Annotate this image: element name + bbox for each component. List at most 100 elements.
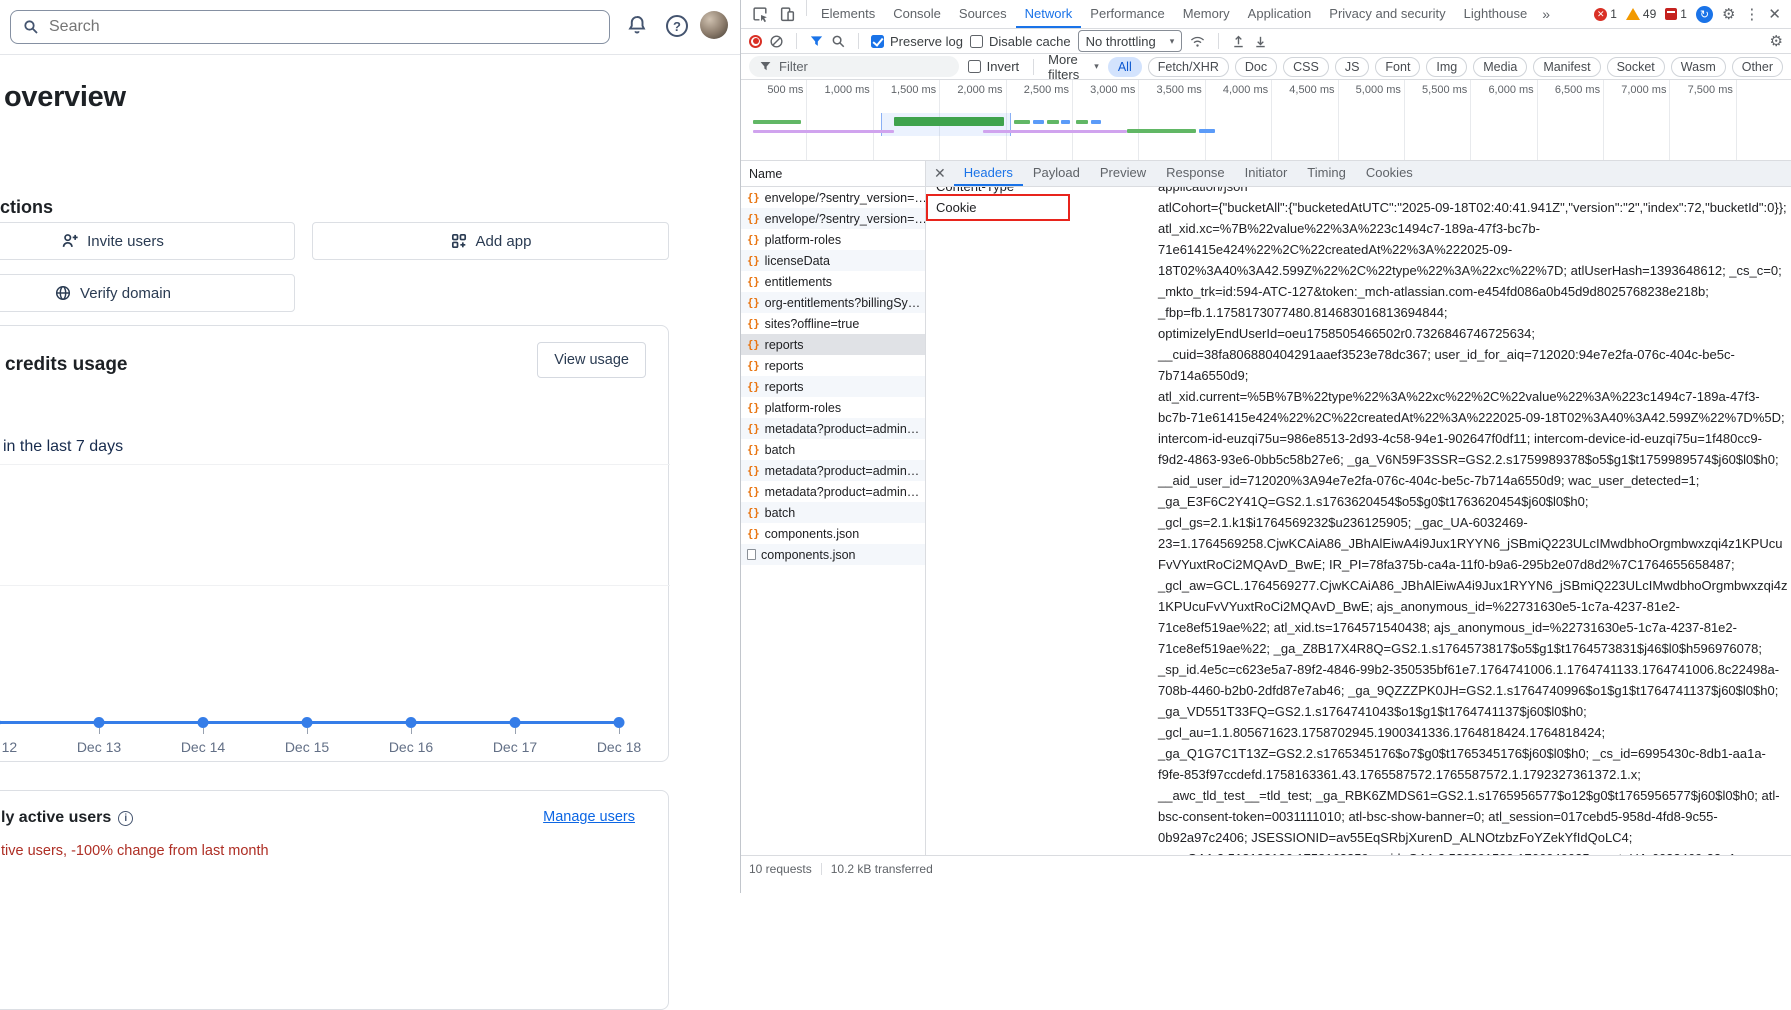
search-field[interactable] xyxy=(47,17,597,37)
search-network-icon[interactable] xyxy=(831,34,846,49)
header-row-cookie: Cookie atlCohort={"bucketAll":{"bucketed… xyxy=(936,197,1791,874)
request-row[interactable]: {} batch xyxy=(741,439,925,460)
name-column-header[interactable]: Name xyxy=(741,161,925,187)
request-row[interactable]: {} reports xyxy=(741,355,925,376)
request-row[interactable]: {} metadata?product=admin… xyxy=(741,481,925,502)
more-tabs-icon[interactable]: » xyxy=(1542,6,1550,22)
network-settings-gear-icon[interactable]: ⚙ xyxy=(1770,34,1783,49)
filter-type-fetch-xhr[interactable]: Fetch/XHR xyxy=(1147,56,1229,77)
devtools-tabbar: Elements Console Sources Network Performance… xyxy=(741,0,1791,29)
request-row[interactable]: {} components.json xyxy=(741,523,925,544)
more-filters-dropdown[interactable]: More filters ▾ xyxy=(1048,52,1099,82)
verify-domain-button[interactable]: Verify domain xyxy=(0,274,295,312)
request-name: org-entitlements?billingSy… xyxy=(764,295,921,310)
devtools-tab-sources[interactable]: Sources xyxy=(950,0,1016,28)
globe-icon xyxy=(56,285,71,301)
view-usage-button[interactable]: View usage xyxy=(537,342,646,378)
request-row[interactable]: {} sites?offline=true xyxy=(741,313,925,334)
request-row[interactable]: {} licenseData xyxy=(741,250,925,271)
import-har-icon[interactable] xyxy=(1231,34,1246,49)
devtools-tab-console[interactable]: Console xyxy=(884,0,950,28)
request-row[interactable]: {} reports xyxy=(741,334,925,355)
search-input[interactable] xyxy=(10,10,610,44)
preserve-log-checkbox[interactable]: Preserve log xyxy=(871,34,963,49)
filter-type-img[interactable]: Img xyxy=(1426,56,1468,77)
request-row[interactable]: {} org-entitlements?billingSy… xyxy=(741,292,925,313)
detail-tab-timing[interactable]: Timing xyxy=(1297,161,1356,186)
request-row[interactable]: {} batch xyxy=(741,502,925,523)
request-row[interactable]: {} metadata?product=admin… xyxy=(741,418,925,439)
inspect-element-icon[interactable] xyxy=(752,6,769,23)
warning-badge[interactable]: 49 xyxy=(1625,7,1656,21)
export-har-icon[interactable] xyxy=(1253,34,1268,49)
device-toolbar-icon[interactable] xyxy=(779,6,796,23)
detail-tab-cookies[interactable]: Cookies xyxy=(1356,161,1423,186)
detail-tab-response[interactable]: Response xyxy=(1156,161,1235,186)
filter-type-js[interactable]: JS xyxy=(1334,56,1370,77)
json-resource-icon: {} xyxy=(747,485,760,498)
devtools-tab-application[interactable]: Application xyxy=(1239,0,1321,28)
devtools-tab-lighthouse[interactable]: Lighthouse xyxy=(1455,0,1537,28)
chart-gridline xyxy=(0,464,670,465)
admin-webpage: ? overview ctions Invite users Add app V… xyxy=(0,0,740,1010)
add-app-button[interactable]: Add app xyxy=(312,222,669,260)
filter-type-wasm[interactable]: Wasm xyxy=(1670,56,1726,77)
request-row[interactable]: {} envelope/?sentry_version=… xyxy=(741,208,925,229)
filter-type-socket[interactable]: Socket xyxy=(1606,56,1665,77)
kebab-menu-icon[interactable]: ⋮ xyxy=(1744,7,1759,22)
help-icon[interactable]: ? xyxy=(666,15,688,37)
header-value: atlCohort={"bucketAll":{"bucketedAtUTC":… xyxy=(1158,200,1788,874)
error-badge[interactable]: ✕ 1 xyxy=(1594,7,1617,21)
request-name: licenseData xyxy=(764,253,830,268)
issues-badge[interactable]: 1 xyxy=(1665,7,1687,21)
chart-axis-tick xyxy=(411,728,412,734)
close-devtools-icon[interactable]: ✕ xyxy=(1768,7,1781,22)
bell-icon[interactable] xyxy=(626,14,648,36)
devtools-tab-privacy-and-security[interactable]: Privacy and security xyxy=(1320,0,1454,28)
request-row[interactable]: {} envelope/?sentry_version=… xyxy=(741,187,925,208)
filter-type-other[interactable]: Other xyxy=(1731,56,1783,77)
network-conditions-icon[interactable] xyxy=(1189,34,1206,49)
request-row[interactable]: {} reports xyxy=(741,376,925,397)
request-row[interactable]: {} platform-roles xyxy=(741,397,925,418)
avatar[interactable] xyxy=(700,11,728,39)
filter-type-css[interactable]: CSS xyxy=(1283,56,1329,77)
request-name: metadata?product=admin… xyxy=(764,463,920,478)
devtools-tab-network[interactable]: Network xyxy=(1015,0,1082,28)
filter-type-media[interactable]: Media xyxy=(1473,56,1528,77)
throttling-select[interactable]: No throttling ▾ xyxy=(1077,30,1183,52)
timeline-tick: 1,000 ms xyxy=(807,80,874,160)
filter-type-font[interactable]: Font xyxy=(1375,56,1421,77)
filter-toggle-icon[interactable] xyxy=(809,34,824,49)
waterfall-segment xyxy=(983,130,1127,133)
request-row[interactable]: {} metadata?product=admin… xyxy=(741,460,925,481)
sync-icon[interactable]: ↻ xyxy=(1695,5,1713,23)
disable-cache-checkbox[interactable]: Disable cache xyxy=(969,34,1071,49)
active-users-card: ly active users i Manage users tive user… xyxy=(0,790,669,1010)
detail-tab-headers[interactable]: Headers xyxy=(953,161,1023,186)
clear-network-log-icon[interactable] xyxy=(769,34,784,49)
filter-type-doc[interactable]: Doc xyxy=(1234,56,1278,77)
info-icon[interactable]: i xyxy=(118,810,134,826)
manage-users-link[interactable]: Manage users xyxy=(543,809,635,825)
settings-gear-icon[interactable]: ⚙ xyxy=(1722,7,1735,22)
detail-tab-payload[interactable]: Payload xyxy=(1023,161,1090,186)
filter-type-all[interactable]: All xyxy=(1107,56,1142,77)
devtools-panel: Elements Console Sources Network Performance… xyxy=(740,0,1791,893)
devtools-tab-performance[interactable]: Performance xyxy=(1081,0,1173,28)
network-filter-input[interactable]: Filter xyxy=(749,56,959,77)
request-row[interactable]: {} entitlements xyxy=(741,271,925,292)
active-users-heading: ly active users i xyxy=(1,809,134,827)
invert-checkbox[interactable]: Invert xyxy=(967,59,1019,74)
record-network-log-button[interactable] xyxy=(749,34,762,48)
detail-tab-preview[interactable]: Preview xyxy=(1090,161,1156,186)
filter-type-manifest[interactable]: Manifest xyxy=(1533,56,1601,77)
detail-tab-initiator[interactable]: Initiator xyxy=(1235,161,1298,186)
close-detail-icon[interactable]: ✕ xyxy=(934,165,946,182)
invite-users-button[interactable]: Invite users xyxy=(0,222,295,260)
request-row[interactable]: components.json xyxy=(741,544,925,565)
devtools-tab-elements[interactable]: Elements xyxy=(812,0,884,28)
request-row[interactable]: {} platform-roles xyxy=(741,229,925,250)
network-overview-timeline[interactable]: 500 ms 1,000 ms 1,500 ms 2,000 ms 2,500 ms 3,… xyxy=(741,80,1791,161)
devtools-tab-memory[interactable]: Memory xyxy=(1174,0,1239,28)
